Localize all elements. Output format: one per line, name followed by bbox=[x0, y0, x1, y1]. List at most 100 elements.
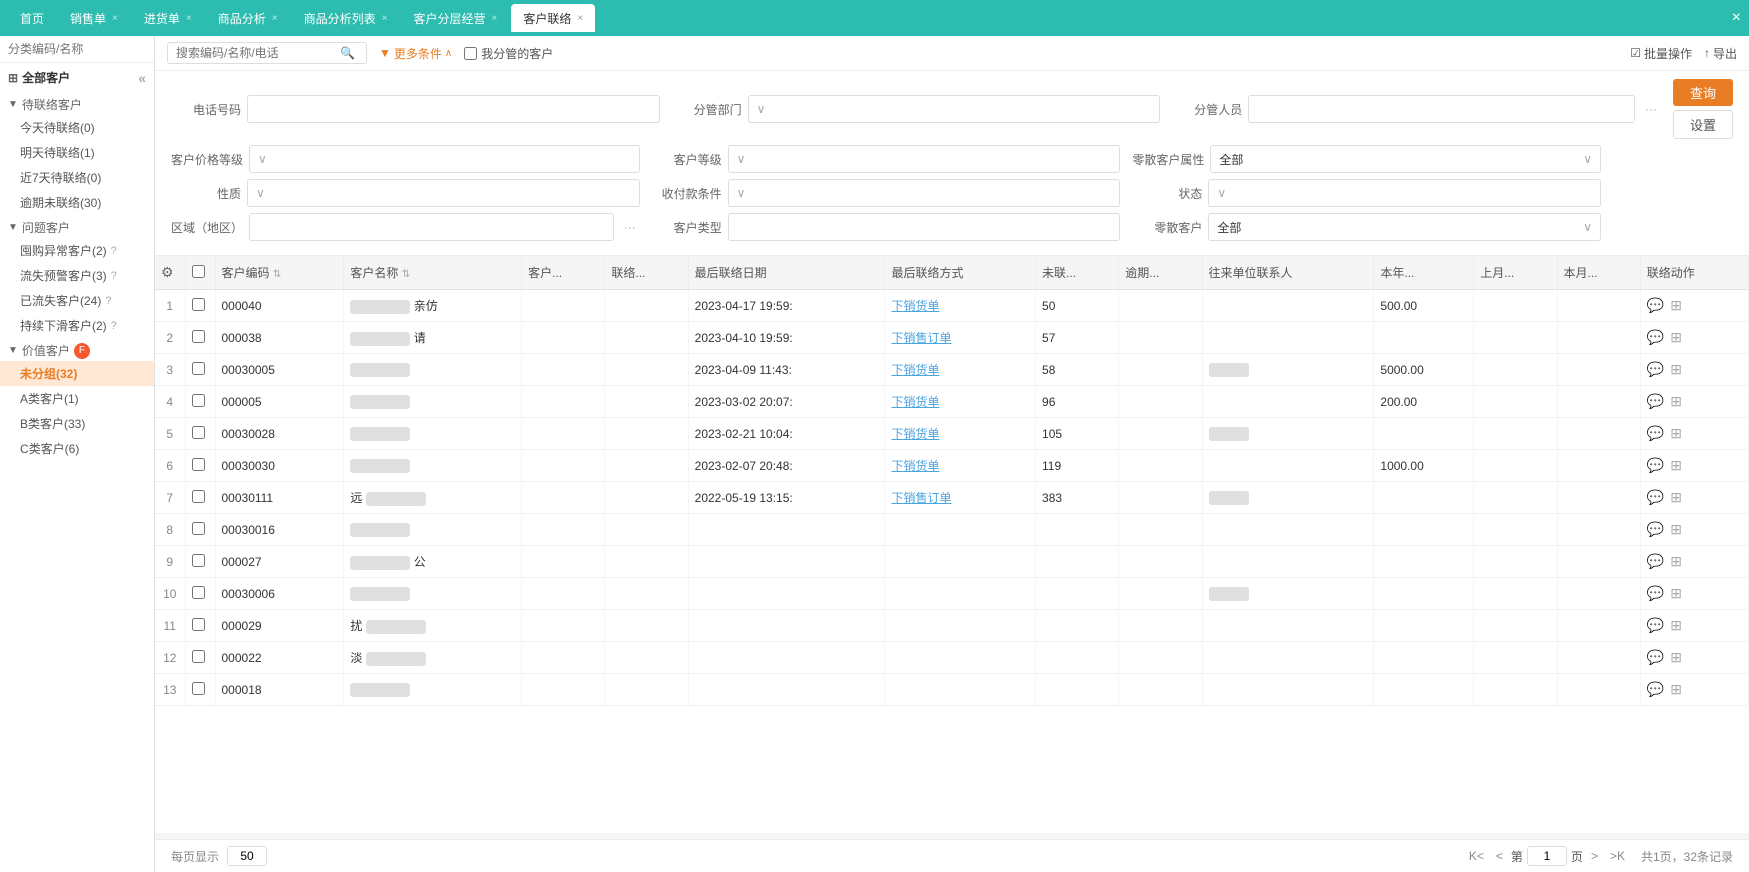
filter-region-input[interactable] bbox=[249, 213, 614, 241]
last-method-link[interactable]: 下销售订单 bbox=[891, 491, 951, 505]
tab-customer-contact-close[interactable]: × bbox=[577, 13, 583, 24]
grid-action-icon[interactable]: ⊞ bbox=[1670, 585, 1682, 602]
chat-action-icon[interactable]: 💬 bbox=[1647, 521, 1664, 538]
reset-button[interactable]: 设置 bbox=[1673, 110, 1733, 139]
tab-purchase[interactable]: 进货单 × bbox=[132, 4, 204, 32]
collapse-icon[interactable]: « bbox=[138, 70, 146, 86]
row-last-method[interactable]: 下销货单 bbox=[885, 418, 1036, 450]
chat-action-icon[interactable]: 💬 bbox=[1647, 553, 1664, 570]
gear-settings-icon[interactable]: ⚙ bbox=[161, 264, 174, 280]
filter-nature-select[interactable]: ∨ bbox=[247, 179, 640, 207]
row-check[interactable] bbox=[185, 514, 215, 546]
row-check[interactable] bbox=[185, 642, 215, 674]
filter-cust-type-input[interactable] bbox=[728, 213, 1121, 241]
sidebar-group-pending[interactable]: ▼ 待联络客户 bbox=[0, 92, 154, 115]
chat-action-icon[interactable]: 💬 bbox=[1647, 457, 1664, 474]
sidebar-search-input[interactable] bbox=[8, 42, 155, 56]
all-customers-header[interactable]: ⊞ 全部客户 « bbox=[0, 63, 154, 92]
filter-person-dots[interactable]: ··· bbox=[1641, 102, 1661, 116]
last-page-btn[interactable]: >K bbox=[1606, 847, 1629, 865]
my-customers-checkbox[interactable]: 我分管的客户 bbox=[464, 45, 553, 62]
sidebar-item-hoarding[interactable]: 囤购异常客户(2) ? bbox=[0, 238, 154, 263]
filter-region-dots[interactable]: ··· bbox=[620, 220, 640, 234]
row-checkbox[interactable] bbox=[192, 490, 205, 503]
row-check[interactable] bbox=[185, 418, 215, 450]
grid-action-icon[interactable]: ⊞ bbox=[1670, 521, 1682, 538]
sidebar-item-overdue[interactable]: 逾期未联络(30) bbox=[0, 190, 154, 215]
sort-icon[interactable]: ⇅ bbox=[273, 269, 281, 280]
chat-action-icon[interactable]: 💬 bbox=[1647, 617, 1664, 634]
select-all-checkbox[interactable] bbox=[192, 265, 205, 278]
sidebar-group-problem[interactable]: ▼ 问题客户 bbox=[0, 215, 154, 238]
row-checkbox[interactable] bbox=[192, 650, 205, 663]
row-last-method[interactable] bbox=[885, 546, 1036, 578]
sidebar-item-tomorrow[interactable]: 明天待联络(1) bbox=[0, 140, 154, 165]
search-button[interactable]: 查询 bbox=[1673, 79, 1733, 106]
chat-action-icon[interactable]: 💬 bbox=[1647, 489, 1664, 506]
row-checkbox[interactable] bbox=[192, 362, 205, 375]
search-icon[interactable]: 🔍 bbox=[340, 46, 355, 60]
row-last-method[interactable] bbox=[885, 642, 1036, 674]
last-method-link[interactable]: 下销货单 bbox=[891, 459, 939, 473]
row-checkbox[interactable] bbox=[192, 458, 205, 471]
row-check[interactable] bbox=[185, 386, 215, 418]
tab-analysis-list[interactable]: 商品分析列表 × bbox=[292, 4, 400, 32]
row-last-method[interactable]: 下销货单 bbox=[885, 450, 1036, 482]
filter-status-select[interactable]: ∨ bbox=[1208, 179, 1601, 207]
grid-action-icon[interactable]: ⊞ bbox=[1670, 617, 1682, 634]
row-checkbox[interactable] bbox=[192, 394, 205, 407]
grid-action-icon[interactable]: ⊞ bbox=[1670, 329, 1682, 346]
sidebar-item-churn-warning[interactable]: 流失预警客户(3) ? bbox=[0, 263, 154, 288]
batch-op-btn[interactable]: ☑ 批量操作 bbox=[1630, 45, 1692, 62]
filter-payment-select[interactable]: ∨ bbox=[728, 179, 1121, 207]
col-gear[interactable]: ⚙ bbox=[155, 256, 185, 290]
tab-sales-close[interactable]: × bbox=[112, 13, 118, 24]
sort-icon2[interactable]: ⇅ bbox=[402, 269, 410, 280]
row-checkbox[interactable] bbox=[192, 682, 205, 695]
row-last-method[interactable]: 下销货单 bbox=[885, 386, 1036, 418]
tab-sales[interactable]: 销售单 × bbox=[58, 4, 130, 32]
row-last-method[interactable] bbox=[885, 514, 1036, 546]
sidebar-item-week[interactable]: 近7天待联络(0) bbox=[0, 165, 154, 190]
row-check[interactable] bbox=[185, 482, 215, 514]
row-last-method[interactable]: 下销货单 bbox=[885, 290, 1036, 322]
last-method-link[interactable]: 下销货单 bbox=[891, 427, 939, 441]
chat-action-icon[interactable]: 💬 bbox=[1647, 361, 1664, 378]
last-method-link[interactable]: 下销货单 bbox=[891, 395, 939, 409]
row-last-method[interactable] bbox=[885, 610, 1036, 642]
filter-retail-select[interactable]: 全部 ∨ bbox=[1208, 213, 1601, 241]
sidebar-item-ungroup[interactable]: 未分组(32) bbox=[0, 361, 154, 386]
more-conditions-btn[interactable]: ▼ 更多条件 ∧ bbox=[379, 45, 452, 62]
row-checkbox[interactable] bbox=[192, 426, 205, 439]
row-checkbox[interactable] bbox=[192, 586, 205, 599]
row-checkbox[interactable] bbox=[192, 330, 205, 343]
grid-action-icon[interactable]: ⊞ bbox=[1670, 361, 1682, 378]
tab-home[interactable]: 首页 bbox=[8, 4, 56, 32]
grid-action-icon[interactable]: ⊞ bbox=[1670, 297, 1682, 314]
last-method-link[interactable]: 下销售订单 bbox=[891, 331, 951, 345]
row-checkbox[interactable] bbox=[192, 298, 205, 311]
page-num-input[interactable] bbox=[1527, 846, 1567, 866]
sidebar-group-value[interactable]: ▼ 价值客户 F bbox=[0, 338, 154, 361]
filter-dept-select[interactable]: ∨ bbox=[748, 95, 1161, 123]
next-page-btn[interactable]: > bbox=[1587, 847, 1602, 865]
chat-action-icon[interactable]: 💬 bbox=[1647, 329, 1664, 346]
row-check[interactable] bbox=[185, 610, 215, 642]
row-checkbox[interactable] bbox=[192, 618, 205, 631]
row-check[interactable] bbox=[185, 354, 215, 386]
row-check[interactable] bbox=[185, 674, 215, 706]
row-checkbox[interactable] bbox=[192, 554, 205, 567]
tab-purchase-close[interactable]: × bbox=[186, 13, 192, 24]
per-page-input[interactable] bbox=[227, 846, 267, 866]
tab-analysis[interactable]: 商品分析 × bbox=[206, 4, 290, 32]
row-last-method[interactable] bbox=[885, 674, 1036, 706]
row-last-method[interactable]: 下销售订单 bbox=[885, 482, 1036, 514]
tab-analysis-close[interactable]: × bbox=[272, 13, 278, 24]
chat-action-icon[interactable]: 💬 bbox=[1647, 649, 1664, 666]
filter-attr-select[interactable]: 全部 ∨ bbox=[1210, 145, 1601, 173]
row-check[interactable] bbox=[185, 578, 215, 610]
filter-phone-input[interactable] bbox=[247, 95, 660, 123]
row-check[interactable] bbox=[185, 546, 215, 578]
tab-customer-segment-close[interactable]: × bbox=[491, 13, 497, 24]
grid-action-icon[interactable]: ⊞ bbox=[1670, 681, 1682, 698]
